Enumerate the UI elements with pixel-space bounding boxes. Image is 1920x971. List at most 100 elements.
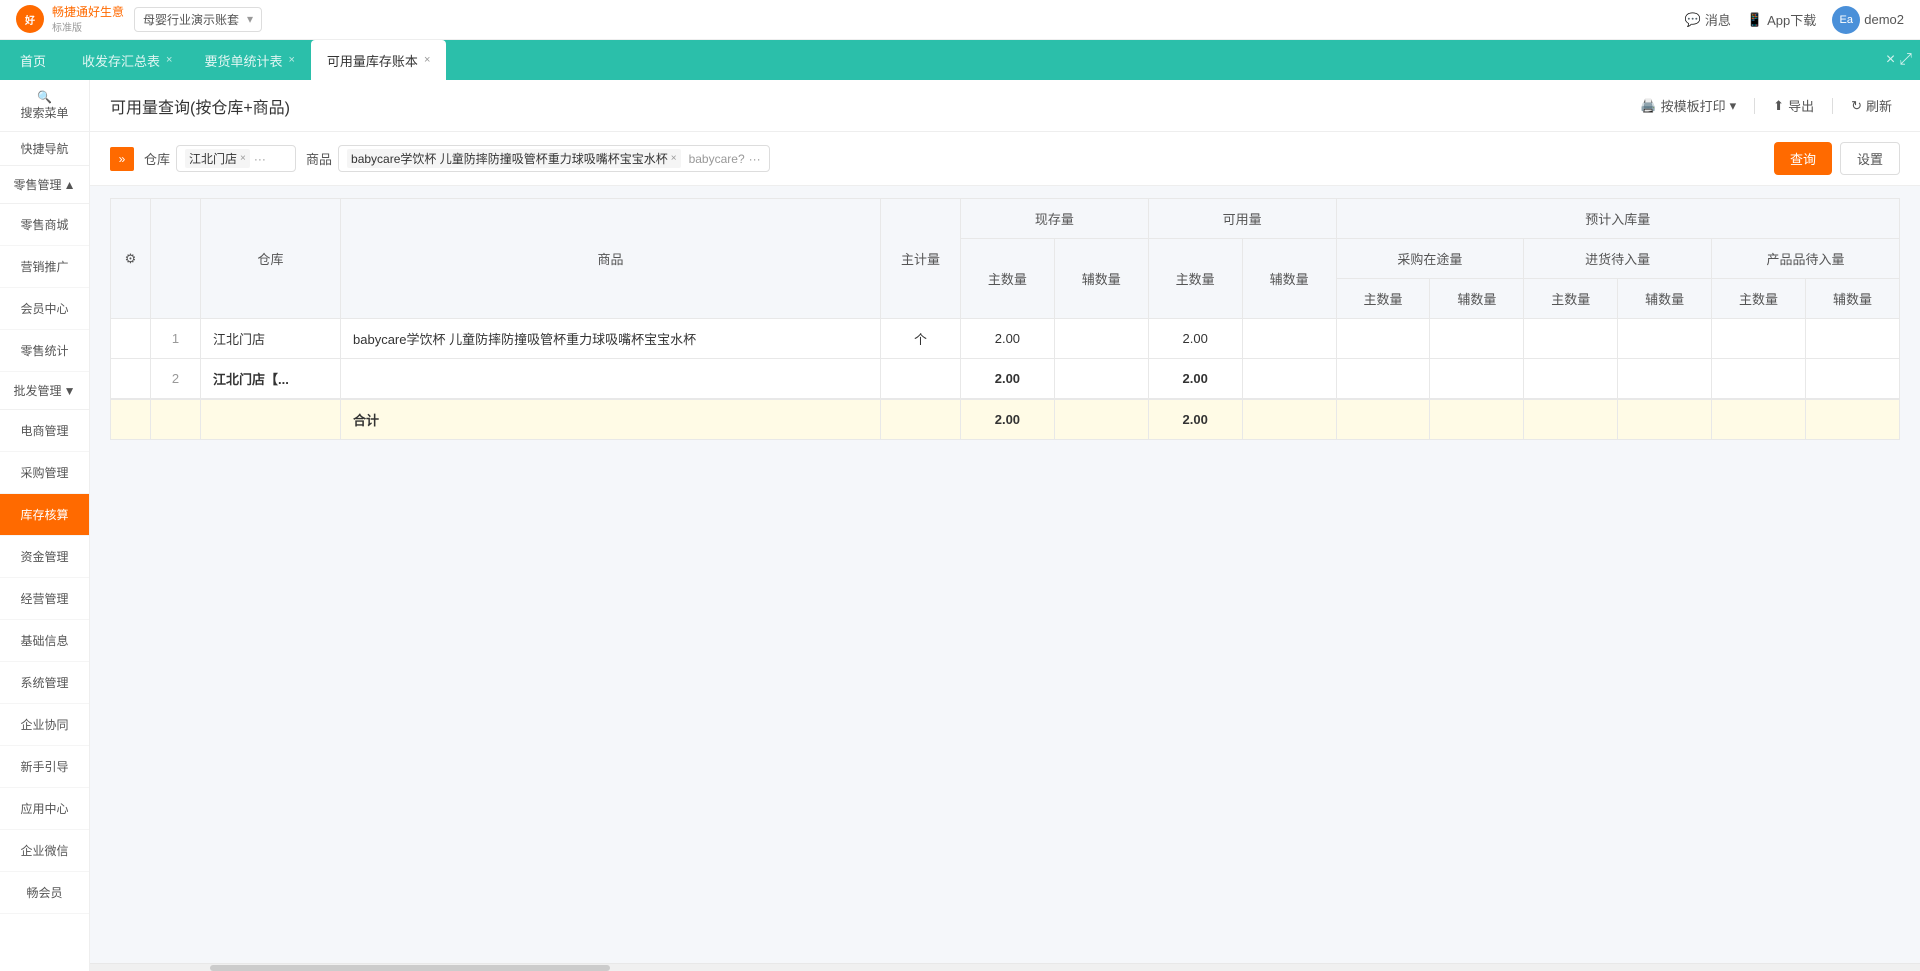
sidebar-item-finance[interactable]: 资金管理	[0, 536, 89, 578]
filter-toggle-btn[interactable]: »	[110, 147, 134, 171]
row-warehouse: 江北门店【...	[201, 359, 341, 400]
scrollbar-thumb[interactable]	[210, 965, 610, 971]
table-row: 1 江北门店 babycare学饮杯 儿童防摔防撞吸管杯重力球吸嘴杯宝宝水杯 个…	[111, 319, 1900, 359]
print-dropdown-icon: ▾	[1730, 98, 1737, 114]
print-btn[interactable]: 🖨️ 按模板打印 ▾	[1632, 92, 1744, 119]
sidebar-item-label: 采购管理	[20, 464, 68, 481]
product-tags[interactable]: babycare学饮杯 儿童防摔防撞吸管杯重力球吸嘴杯宝宝水杯 × babyca…	[338, 145, 770, 172]
sidebar-item-basic-info[interactable]: 基础信息	[0, 620, 89, 662]
sidebar-item-label: 系统管理	[20, 674, 68, 691]
account-selector[interactable]: 母婴行业演示账套 ▾	[134, 7, 262, 32]
sidebar-item-purchase[interactable]: 采购管理	[0, 452, 89, 494]
product-more[interactable]: ···	[749, 152, 761, 166]
purchase-pending-header: 进货待入量	[1524, 239, 1712, 279]
sidebar-item-app-center[interactable]: 应用中心	[0, 788, 89, 830]
refresh-label: 刷新	[1866, 96, 1892, 115]
close-all-icon[interactable]: ×	[1886, 51, 1895, 69]
tab-home[interactable]: 首页	[0, 40, 66, 80]
sidebar-item-label: 应用中心	[20, 800, 68, 817]
tab-home-label: 首页	[20, 51, 46, 70]
row-available-main: 2.00	[1148, 319, 1242, 359]
divider	[1754, 98, 1755, 114]
row-settings	[111, 359, 151, 400]
total-prod-aux	[1805, 399, 1899, 440]
app-download-btn[interactable]: 📱 App下载	[1747, 10, 1816, 29]
chevron-icon: ▼	[64, 384, 76, 398]
table-row: 2 江北门店【... 2.00 2.00	[111, 359, 1900, 400]
row-warehouse: 江北门店	[201, 319, 341, 359]
chevron-icon: ▲	[64, 178, 76, 192]
tab-receive[interactable]: 收发存汇总表 ×	[66, 40, 188, 80]
sidebar-item-enterprise[interactable]: 企业协同	[0, 704, 89, 746]
sidebar-item-system[interactable]: 系统管理	[0, 662, 89, 704]
total-row: 合计 2.00 2.00	[111, 399, 1900, 440]
row-current-aux	[1054, 359, 1148, 400]
row-current-aux	[1054, 319, 1148, 359]
sidebar-search-btn[interactable]: 🔍 搜索菜单	[0, 80, 89, 132]
total-available-aux	[1242, 399, 1336, 440]
sidebar-item-label: 会员中心	[20, 300, 68, 317]
table-scroll[interactable]: ⚙ 仓库 商品 主计量 现存量 可用量 预计入库量 主数量 辅数量	[110, 198, 1900, 440]
message-icon: 💬	[1685, 12, 1701, 28]
total-empty2	[151, 399, 201, 440]
account-selector-label: 母婴行业演示账套	[143, 11, 239, 28]
row-number: 2	[151, 359, 201, 400]
message-label: 消息	[1705, 10, 1731, 29]
page-actions: 🖨️ 按模板打印 ▾ ⬆ 导出 ↻ 刷新	[1632, 92, 1900, 119]
sidebar-item-inventory-check[interactable]: 库存核算	[0, 494, 89, 536]
row-pt-aux	[1430, 319, 1524, 359]
row-current-main: 2.00	[960, 319, 1054, 359]
message-btn[interactable]: 💬 消息	[1685, 10, 1731, 29]
warehouse-more[interactable]: ···	[254, 152, 266, 166]
app-icon: 📱	[1747, 12, 1763, 28]
sidebar-item-label: 新手引导	[20, 758, 68, 775]
sidebar-item-retail-stats[interactable]: 零售统计	[0, 330, 89, 372]
sidebar-item-new-guide[interactable]: 新手引导	[0, 746, 89, 788]
total-pp-aux	[1618, 399, 1712, 440]
product-tag-close[interactable]: ×	[671, 153, 677, 164]
tab-order[interactable]: 要货单统计表 ×	[188, 40, 310, 80]
tab-inventory-close[interactable]: ×	[424, 54, 430, 66]
sidebar-item-enterprise-wechat[interactable]: 企业微信	[0, 830, 89, 872]
sidebar-item-operations[interactable]: 经营管理	[0, 578, 89, 620]
pt-main-header: 主数量	[1336, 279, 1430, 319]
sidebar-item-marketing[interactable]: 营销推广	[0, 246, 89, 288]
row-unit: 个	[880, 319, 960, 359]
sidebar-item-member[interactable]: 会员中心	[0, 288, 89, 330]
table-container: ⚙ 仓库 商品 主计量 现存量 可用量 预计入库量 主数量 辅数量	[90, 186, 1920, 963]
tab-inventory[interactable]: 可用量库存账本 ×	[311, 40, 446, 80]
sidebar-item-wholesale-mgmt[interactable]: 批发管理 ▼	[0, 372, 89, 410]
search-icon: 🔍	[4, 90, 85, 104]
warehouse-tags[interactable]: 江北门店 × ···	[176, 145, 296, 172]
prod-main-header: 主数量	[1712, 279, 1806, 319]
user-area[interactable]: Ea demo2	[1832, 6, 1904, 34]
tab-receive-close[interactable]: ×	[166, 54, 172, 66]
pt-aux-header: 辅数量	[1430, 279, 1524, 319]
sidebar-item-retail-mgmt[interactable]: 零售管理 ▲	[0, 166, 89, 204]
total-prod-main	[1712, 399, 1806, 440]
sidebar-item-label: 企业微信	[20, 842, 68, 859]
sidebar-item-retail-mall[interactable]: 零售商城	[0, 204, 89, 246]
warehouse-tag-close[interactable]: ×	[240, 153, 246, 164]
query-btn[interactable]: 查询	[1774, 142, 1832, 175]
available-aux-header: 辅数量	[1242, 239, 1336, 319]
pp-aux-header: 辅数量	[1618, 279, 1712, 319]
refresh-btn[interactable]: ↻ 刷新	[1843, 92, 1900, 119]
row-prod-main	[1712, 319, 1806, 359]
logo-area: 好 畅捷通好生意 标准版	[16, 5, 124, 34]
total-available-main: 2.00	[1148, 399, 1242, 440]
tab-actions: × ⤢	[1886, 40, 1920, 80]
settings-col-header[interactable]: ⚙	[111, 199, 151, 319]
fullscreen-icon[interactable]: ⤢	[1899, 51, 1912, 69]
sidebar-item-member2[interactable]: 畅会员	[0, 872, 89, 914]
sidebar-nav-btn[interactable]: 快捷导航	[0, 132, 89, 166]
horizontal-scrollbar[interactable]	[90, 963, 1920, 971]
user-name: demo2	[1864, 12, 1904, 27]
settings-btn[interactable]: 设置	[1840, 142, 1900, 175]
export-btn[interactable]: ⬆ 导出	[1765, 92, 1822, 119]
row-pt-main	[1336, 359, 1430, 400]
sidebar-item-ecommerce[interactable]: 电商管理	[0, 410, 89, 452]
app-download-label: App下载	[1767, 10, 1816, 29]
warehouse-header: 仓库	[201, 199, 341, 319]
tab-order-close[interactable]: ×	[288, 54, 294, 66]
